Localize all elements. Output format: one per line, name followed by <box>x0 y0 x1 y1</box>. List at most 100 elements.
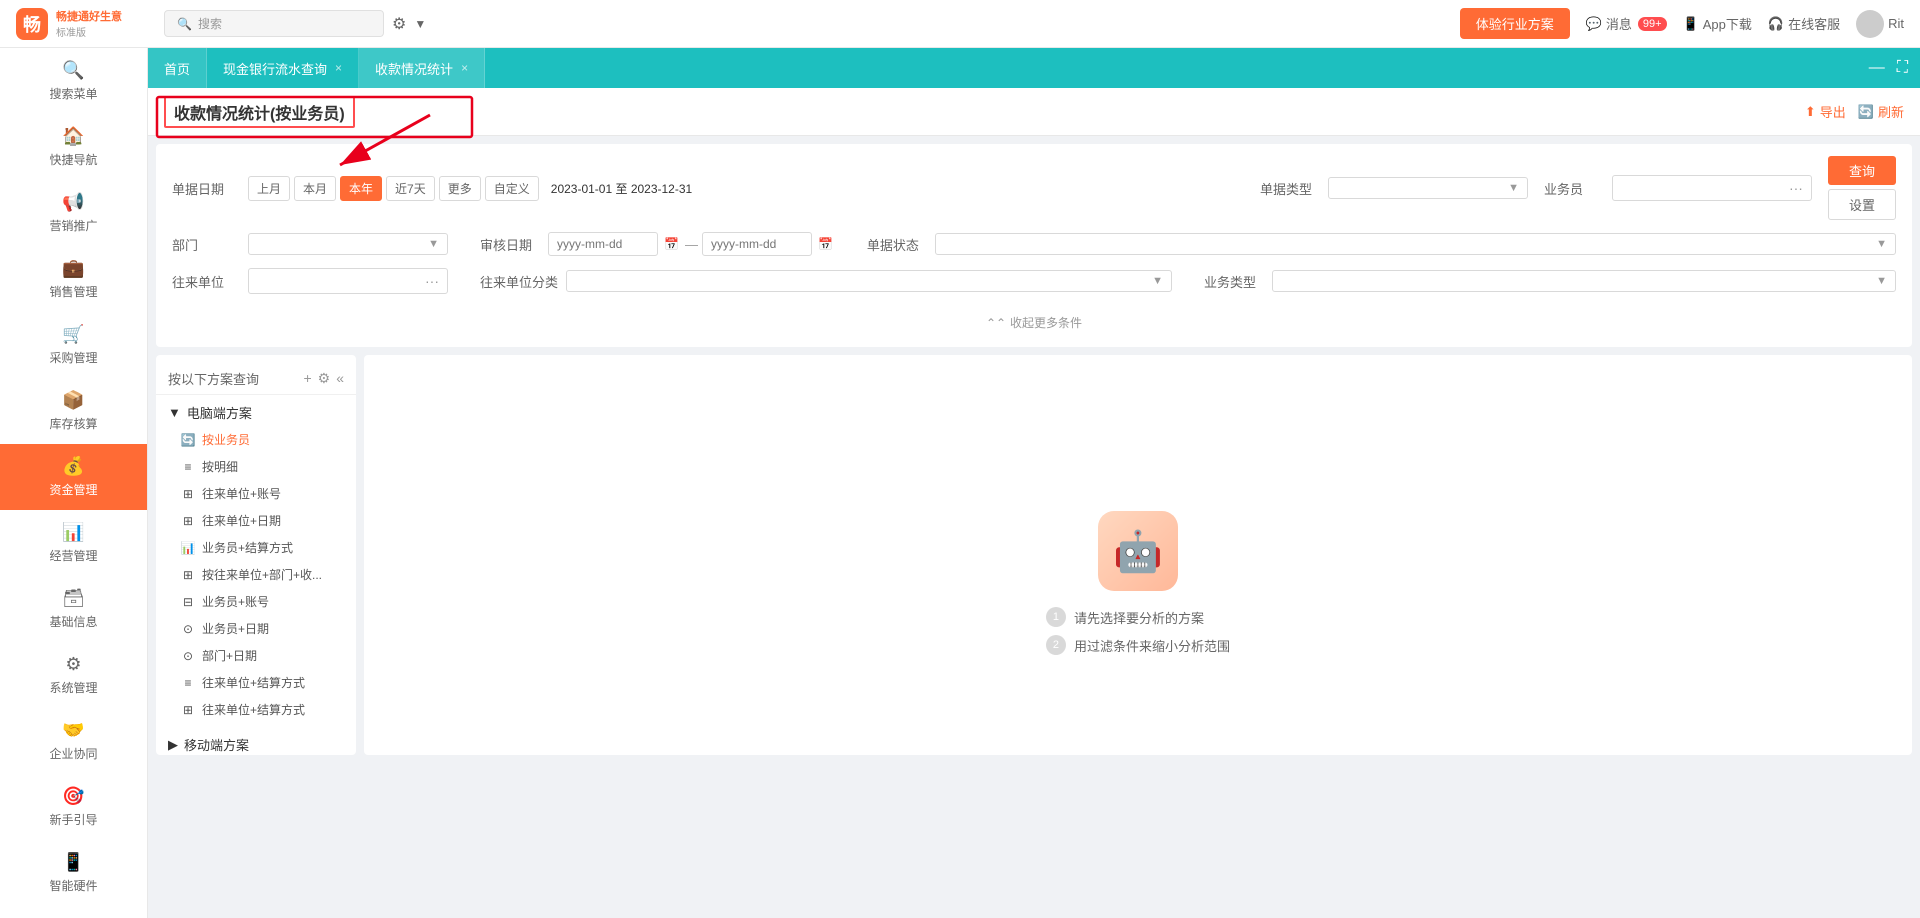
sales-icon: 💼 <box>62 258 84 279</box>
scheme-item-salesperson-payment[interactable]: 📊 业务员+结算方式 <box>156 534 356 561</box>
scheme-label-dept-date: 部门+日期 <box>202 647 257 664</box>
header-dropdown-icon[interactable]: ▼ <box>414 17 426 31</box>
scheme-item-salesperson-date[interactable]: ⊙ 业务员+日期 <box>156 615 356 642</box>
panel-title: 按以下方案查询 <box>168 369 259 388</box>
user-area[interactable]: Rit <box>1856 10 1904 38</box>
salesperson-more-icon[interactable]: ··· <box>1789 180 1803 196</box>
sidebar-item-baseinfo[interactable]: 🗃 基础信息 <box>0 576 147 642</box>
scheme-label-detail: 按明细 <box>202 458 238 475</box>
sidebar-item-sales[interactable]: 💼 销售管理 <box>0 246 147 312</box>
tab-home[interactable]: 首页 <box>148 48 207 88</box>
refresh-button[interactable]: 🔄 刷新 <box>1858 102 1904 121</box>
online-service-btn[interactable]: 🎧 在线客服 <box>1768 14 1840 33</box>
collapse-row[interactable]: ⌃⌃ 收起更多条件 <box>172 306 1896 335</box>
empty-step-2: 2 用过滤条件来缩小分析范围 <box>1046 635 1230 655</box>
query-button[interactable]: 查询 <box>1828 156 1896 185</box>
pc-section-title[interactable]: ▼ 电脑端方案 <box>156 399 356 426</box>
sidebar-item-wechat[interactable]: 💬 企业微信 <box>0 906 147 918</box>
search-placeholder: 搜索 <box>198 15 222 32</box>
sidebar: 🔍 搜索菜单 🏠 快捷导航 📢 营销推广 💼 销售管理 🛒 采购管理 📦 库存核… <box>0 48 148 918</box>
tab-receipts-label: 收款情况统计 <box>375 59 453 78</box>
app-download-btn[interactable]: 📱 App下载 <box>1683 14 1752 33</box>
collapse-up-icon: ⌃⌃ <box>986 316 1006 330</box>
content-area: 首页 现金银行流水查询 × 收款情况统计 × — ⛶ 收款情况统计(按业务员) <box>148 48 1920 918</box>
counterpart-class-select[interactable]: ▼ <box>566 270 1172 292</box>
counterpart-more-icon[interactable]: ··· <box>425 273 439 289</box>
sidebar-label-quicknav: 快捷导航 <box>49 151 97 168</box>
date-btn-this-year[interactable]: 本年 <box>340 176 382 201</box>
filter-area: 单据日期 上月 本月 本年 近7天 更多 自定义 2023-01-01 至 20… <box>156 144 1912 347</box>
panel-settings-icon[interactable]: ⚙ <box>318 370 331 387</box>
scheme-icon-salesperson: 🔄 <box>180 432 196 448</box>
sidebar-item-marketing[interactable]: 📢 营销推广 <box>0 180 147 246</box>
tab-receipts-close[interactable]: × <box>461 61 468 75</box>
sidebar-item-system[interactable]: ⚙ 系统管理 <box>0 642 147 708</box>
biz-type-select[interactable]: ▼ <box>1272 270 1896 292</box>
sidebar-item-search[interactable]: 🔍 搜索菜单 <box>0 48 147 114</box>
page-title: 收款情况统计(按业务员) <box>164 96 355 128</box>
sidebar-item-quicknav[interactable]: 🏠 快捷导航 <box>0 114 147 180</box>
window-minimize-btn[interactable]: — <box>1869 59 1885 77</box>
header-middle: 🔍 搜索 ⚙ ▼ <box>164 10 1460 37</box>
window-maximize-btn[interactable]: ⛶ <box>1897 59 1908 77</box>
trial-button[interactable]: 体验行业方案 <box>1460 8 1570 39</box>
sidebar-item-purchase[interactable]: 🛒 采购管理 <box>0 312 147 378</box>
voucher-type-group: 单据类型 ▼ <box>1260 177 1528 199</box>
message-btn[interactable]: 💬 消息 99+ <box>1586 14 1667 33</box>
counterpart-class-chevron: ▼ <box>1152 275 1163 287</box>
scheme-item-by-detail[interactable]: ≡ 按明细 <box>156 453 356 480</box>
sidebar-label-enterprise: 企业协同 <box>49 745 97 762</box>
scheme-item-unit-payment2[interactable]: ⊞ 往来单位+结算方式 <box>156 696 356 723</box>
voucher-type-select[interactable]: ▼ <box>1328 177 1528 199</box>
sidebar-item-enterprise[interactable]: 🤝 企业协同 <box>0 708 147 774</box>
scheme-item-dept-date[interactable]: ⊙ 部门+日期 <box>156 642 356 669</box>
tab-bank[interactable]: 现金银行流水查询 × <box>207 48 359 88</box>
dept-label: 部门 <box>172 235 232 254</box>
left-panel: 按以下方案查询 + ⚙ « ▼ 电脑端方案 🔄 <box>156 355 356 755</box>
tab-receipts[interactable]: 收款情况统计 × <box>359 48 485 88</box>
scheme-item-unit-account[interactable]: ⊞ 往来单位+账号 <box>156 480 356 507</box>
scheme-item-by-salesperson[interactable]: 🔄 按业务员 <box>156 426 356 453</box>
scheme-icon-salesperson-date: ⊙ <box>180 621 196 637</box>
date-btn-custom[interactable]: 自定义 <box>485 176 539 201</box>
review-date-from[interactable] <box>548 232 658 256</box>
page-header-right: ⬆ 导出 🔄 刷新 <box>1805 102 1904 121</box>
review-date-to[interactable] <box>702 232 812 256</box>
search-bar[interactable]: 🔍 搜索 <box>164 10 384 37</box>
sidebar-item-finance[interactable]: 💰 资金管理 <box>0 444 147 510</box>
scheme-item-unit-payment1[interactable]: ≡ 往来单位+结算方式 <box>156 669 356 696</box>
scheme-item-unit-date[interactable]: ⊞ 往来单位+日期 <box>156 507 356 534</box>
empty-state: 🤖 1 请先选择要分析的方案 2 用过滤条件来缩小分析范围 <box>1046 511 1230 655</box>
panel-collapse-icon[interactable]: « <box>336 370 344 387</box>
sidebar-item-guide[interactable]: 🎯 新手引导 <box>0 774 147 840</box>
date-btn-more[interactable]: 更多 <box>439 176 481 201</box>
sidebar-label-guide: 新手引导 <box>49 811 97 828</box>
scheme-label-salesperson: 按业务员 <box>202 431 250 448</box>
mobile-section-title[interactable]: ▶ 移动端方案 <box>156 731 356 755</box>
step-text-2: 用过滤条件来缩小分析范围 <box>1074 636 1230 655</box>
scheme-item-unit-dept-income[interactable]: ⊞ 按往来单位+部门+收... <box>156 561 356 588</box>
counterpart-select[interactable]: ··· <box>248 268 448 294</box>
header-settings-icon[interactable]: ⚙ <box>392 14 406 34</box>
filter-row-1: 单据日期 上月 本月 本年 近7天 更多 自定义 2023-01-01 至 20… <box>172 156 1896 220</box>
scheme-item-salesperson-account[interactable]: ⊟ 业务员+账号 <box>156 588 356 615</box>
filter-row-3: 往来单位 ··· 往来单位分类 ▼ 业务类型 <box>172 268 1896 294</box>
sidebar-label-search: 搜索菜单 <box>49 85 97 102</box>
panel-add-icon[interactable]: + <box>303 370 311 387</box>
step-text-1: 请先选择要分析的方案 <box>1074 608 1204 627</box>
app-name: 畅捷通好生意 <box>56 8 122 24</box>
date-btn-7days[interactable]: 近7天 <box>386 176 435 201</box>
sidebar-label-purchase: 采购管理 <box>49 349 97 366</box>
sidebar-item-inventory[interactable]: 📦 库存核算 <box>0 378 147 444</box>
home-icon: 🏠 <box>62 126 84 147</box>
settings-button[interactable]: 设置 <box>1828 189 1896 220</box>
date-btn-last-month[interactable]: 上月 <box>248 176 290 201</box>
dept-select[interactable]: ▼ <box>248 233 448 255</box>
tab-bank-close[interactable]: × <box>335 61 342 75</box>
sidebar-item-operation[interactable]: 📊 经营管理 <box>0 510 147 576</box>
salesperson-select[interactable]: ··· <box>1612 175 1812 201</box>
export-button[interactable]: ⬆ 导出 <box>1805 102 1846 121</box>
voucher-status-select[interactable]: ▼ <box>935 233 1896 255</box>
sidebar-item-hardware[interactable]: 📱 智能硬件 <box>0 840 147 906</box>
date-btn-this-month[interactable]: 本月 <box>294 176 336 201</box>
